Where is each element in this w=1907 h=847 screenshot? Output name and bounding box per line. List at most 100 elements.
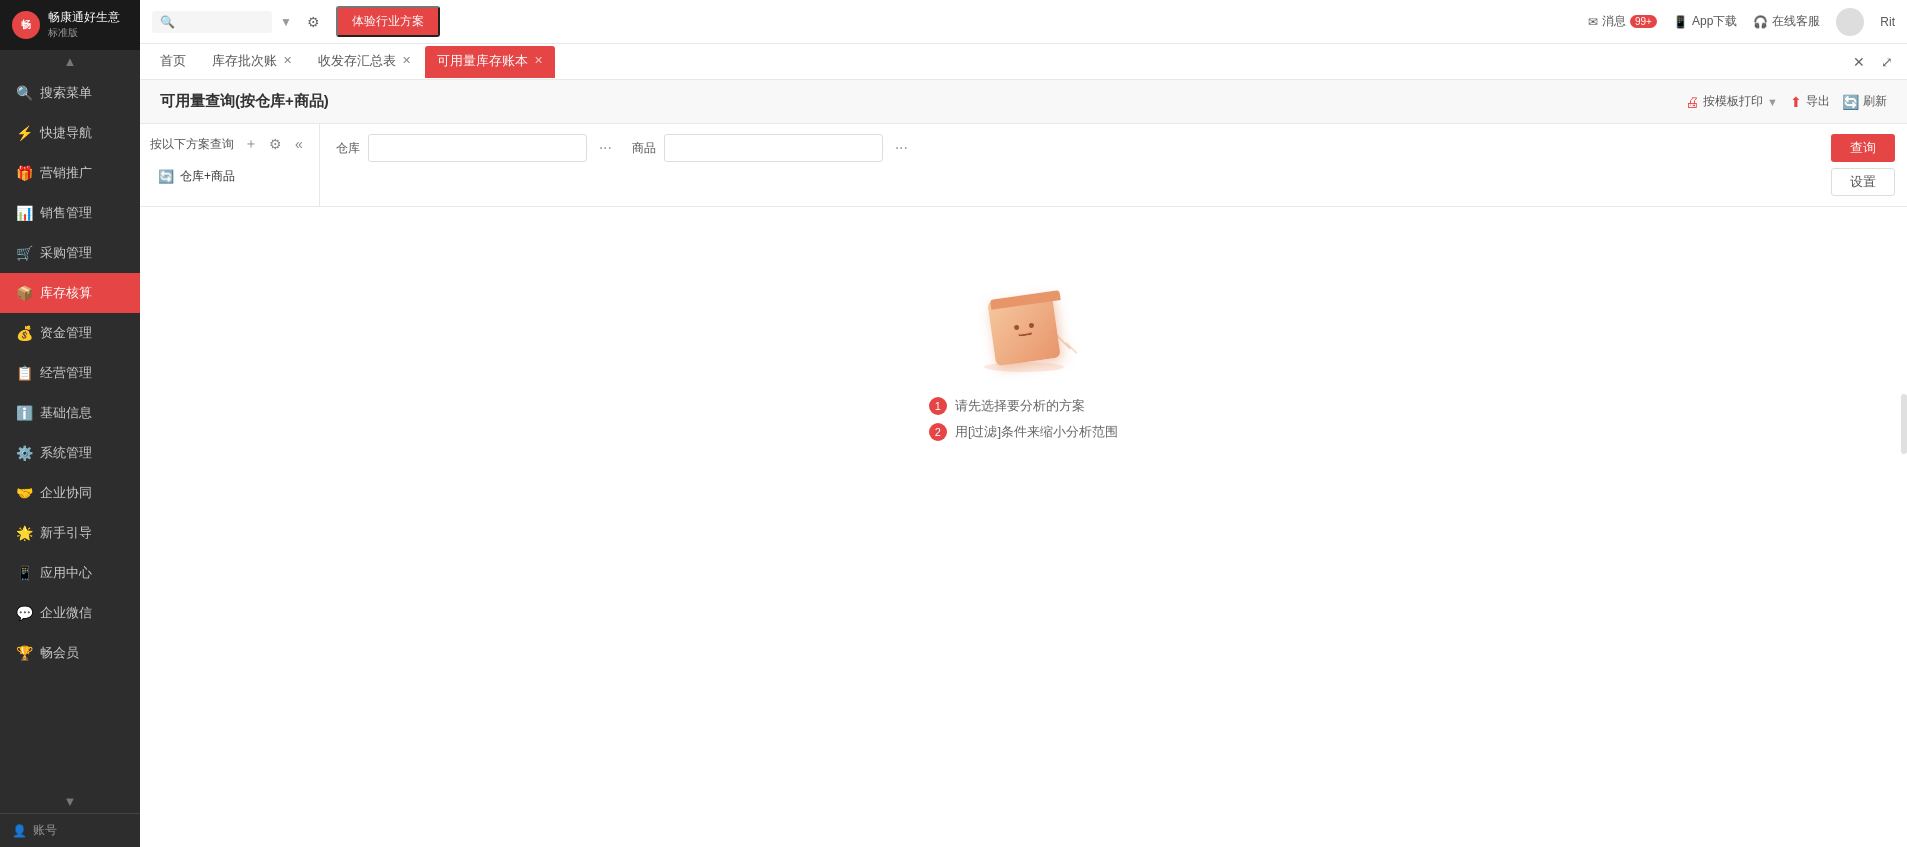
- topbar-search-dropdown[interactable]: ▼: [280, 15, 292, 29]
- filter-row: 仓库 ··· 商品 ···: [336, 134, 1803, 162]
- sidebar-item-operations[interactable]: 📋 经营管理: [0, 353, 140, 393]
- app-download-button[interactable]: 📱 App下载: [1673, 13, 1737, 30]
- app-download-label: App下载: [1692, 13, 1737, 30]
- filter-fields-panel: 仓库 ··· 商品 ···: [320, 124, 1819, 206]
- sidebar-item-finance[interactable]: 💰 资金管理: [0, 313, 140, 353]
- sidebar-scroll-down[interactable]: ▼: [0, 790, 140, 813]
- page-header-actions: 🖨 按模板打印 ▼ ⬆ 导出 🔄 刷新: [1685, 93, 1887, 110]
- topbar-gear-button[interactable]: ⚙: [300, 8, 328, 36]
- scheme-item-label: 仓库+商品: [180, 168, 235, 185]
- message-badge: 99+: [1630, 15, 1657, 28]
- tab-available-close[interactable]: ✕: [534, 54, 543, 67]
- chart-icon: 📊: [16, 205, 32, 221]
- tab-available[interactable]: 可用量库存账本 ✕: [425, 46, 555, 78]
- product-input[interactable]: [664, 134, 883, 162]
- user-icon: 👤: [12, 824, 27, 838]
- sidebar-scroll-up[interactable]: ▲: [0, 50, 140, 73]
- sidebar-item-label: 快捷导航: [40, 124, 92, 142]
- headset-icon: 🎧: [1753, 15, 1768, 29]
- tab-batch[interactable]: 库存批次账 ✕: [200, 46, 304, 78]
- scheme-item-warehouse-product[interactable]: 🔄 仓库+商品: [150, 162, 309, 191]
- star-icon: 🌟: [16, 525, 32, 541]
- sidebar-item-shortcut[interactable]: ⚡ 快捷导航: [0, 113, 140, 153]
- sidebar-bottom-label: 账号: [33, 822, 57, 839]
- print-button[interactable]: 🖨 按模板打印 ▼: [1685, 93, 1778, 110]
- topbar-search-box[interactable]: 🔍: [152, 11, 272, 33]
- money-icon: 💰: [16, 325, 32, 341]
- sidebar-item-basic[interactable]: ℹ️ 基础信息: [0, 393, 140, 433]
- export-button[interactable]: ⬆ 导出: [1790, 93, 1830, 110]
- product-field: 商品 ···: [632, 134, 912, 162]
- message-button[interactable]: ✉ 消息 99+: [1588, 13, 1657, 30]
- sidebar-item-wechat[interactable]: 💬 企业微信: [0, 593, 140, 633]
- warehouse-input[interactable]: [368, 134, 587, 162]
- sidebar-item-member[interactable]: 🏆 畅会员: [0, 633, 140, 673]
- tab-batch-close[interactable]: ✕: [283, 54, 292, 67]
- sidebar-item-enterprise[interactable]: 🤝 企业协同: [0, 473, 140, 513]
- scheme-item-icon: 🔄: [158, 169, 174, 184]
- print-dropdown-icon[interactable]: ▼: [1767, 96, 1778, 108]
- sidebar-bottom[interactable]: 👤 账号: [0, 813, 140, 847]
- tab-fullscreen-button[interactable]: ⤢: [1875, 50, 1899, 74]
- sidebar-item-system[interactable]: ⚙️ 系统管理: [0, 433, 140, 473]
- search-icon: 🔍: [16, 85, 32, 101]
- topbar-search-input[interactable]: [179, 15, 259, 29]
- gear-icon: ⚙️: [16, 445, 32, 461]
- sidebar-item-label: 新手引导: [40, 524, 92, 542]
- sidebar-item-marketing[interactable]: 🎁 营销推广: [0, 153, 140, 193]
- page: 可用量查询(按仓库+商品) 🖨 按模板打印 ▼ ⬆ 导出 🔄 刷新: [140, 80, 1907, 847]
- hint-num-1: 1: [929, 397, 947, 415]
- sidebar-item-label: 营销推广: [40, 164, 92, 182]
- filter-schemes-header: 按以下方案查询 ＋ ⚙ «: [150, 134, 309, 154]
- empty-hint-2: 2 用[过滤]条件来缩小分析范围: [929, 423, 1118, 441]
- filter-area: 按以下方案查询 ＋ ⚙ « 🔄 仓库+商品: [140, 124, 1907, 207]
- sidebar-item-label: 系统管理: [40, 444, 92, 462]
- user-avatar[interactable]: [1836, 8, 1864, 36]
- message-label: 消息: [1602, 13, 1626, 30]
- warehouse-label: 仓库: [336, 140, 360, 157]
- collapse-scheme-button[interactable]: «: [289, 134, 309, 154]
- tab-close-all-button[interactable]: ✕: [1847, 50, 1871, 74]
- query-button[interactable]: 查询: [1831, 134, 1895, 162]
- content-area: 可用量查询(按仓库+商品) 🖨 按模板打印 ▼ ⬆ 导出 🔄 刷新: [140, 80, 1907, 847]
- tab-summary[interactable]: 收发存汇总表 ✕: [306, 46, 423, 78]
- hint-text-2: 用[过滤]条件来缩小分析范围: [955, 423, 1118, 441]
- tab-home[interactable]: 首页: [148, 46, 198, 78]
- warehouse-more-button[interactable]: ···: [595, 139, 616, 157]
- add-scheme-button[interactable]: ＋: [241, 134, 261, 154]
- filter-schemes-panel: 按以下方案查询 ＋ ⚙ « 🔄 仓库+商品: [140, 124, 320, 206]
- tab-summary-close[interactable]: ✕: [402, 54, 411, 67]
- empty-state: 1 请先选择要分析的方案 2 用[过滤]条件来缩小分析范围: [140, 207, 1907, 501]
- refresh-button[interactable]: 🔄 刷新: [1842, 93, 1887, 110]
- export-label: 导出: [1806, 93, 1830, 110]
- sidebar-item-sales[interactable]: 📊 销售管理: [0, 193, 140, 233]
- scheme-actions: ＋ ⚙ «: [241, 134, 309, 154]
- sidebar: 畅 畅康通好生意 标准版 ▲ 🔍 搜索菜单 ⚡ 快捷导航 🎁 营销推广 📊 销售…: [0, 0, 140, 847]
- settings-scheme-button[interactable]: ⚙: [265, 134, 285, 154]
- right-scrollbar: [1901, 394, 1907, 454]
- refresh-label: 刷新: [1863, 93, 1887, 110]
- online-service-button[interactable]: 🎧 在线客服: [1753, 13, 1820, 30]
- product-label: 商品: [632, 140, 656, 157]
- sidebar-logo: 畅: [12, 11, 40, 39]
- tab-panel-actions: ✕ ⤢: [1847, 50, 1899, 74]
- sidebar-item-inventory[interactable]: 📦 库存核算: [0, 273, 140, 313]
- topbar-actions: ✉ 消息 99+ 📱 App下载 🎧 在线客服 Rit: [1588, 8, 1895, 36]
- tab-home-label: 首页: [160, 52, 186, 70]
- empty-hints: 1 请先选择要分析的方案 2 用[过滤]条件来缩小分析范围: [929, 397, 1118, 441]
- sidebar-item-apps[interactable]: 📱 应用中心: [0, 553, 140, 593]
- hint-num-2: 2: [929, 423, 947, 441]
- trial-button[interactable]: 体验行业方案: [336, 6, 440, 37]
- sidebar-item-newbie[interactable]: 🌟 新手引导: [0, 513, 140, 553]
- sidebar-item-search[interactable]: 🔍 搜索菜单: [0, 73, 140, 113]
- right-eye: [1028, 322, 1034, 328]
- settings-button[interactable]: 设置: [1831, 168, 1895, 196]
- print-label: 按模板打印: [1703, 93, 1763, 110]
- info-icon: ℹ️: [16, 405, 32, 421]
- product-more-button[interactable]: ···: [891, 139, 912, 157]
- tab-summary-label: 收发存汇总表: [318, 52, 396, 70]
- page-title: 可用量查询(按仓库+商品): [160, 92, 329, 111]
- sidebar-item-purchase[interactable]: 🛒 采购管理: [0, 233, 140, 273]
- clipboard-icon: 📋: [16, 365, 32, 381]
- page-header: 可用量查询(按仓库+商品) 🖨 按模板打印 ▼ ⬆ 导出 🔄 刷新: [140, 80, 1907, 124]
